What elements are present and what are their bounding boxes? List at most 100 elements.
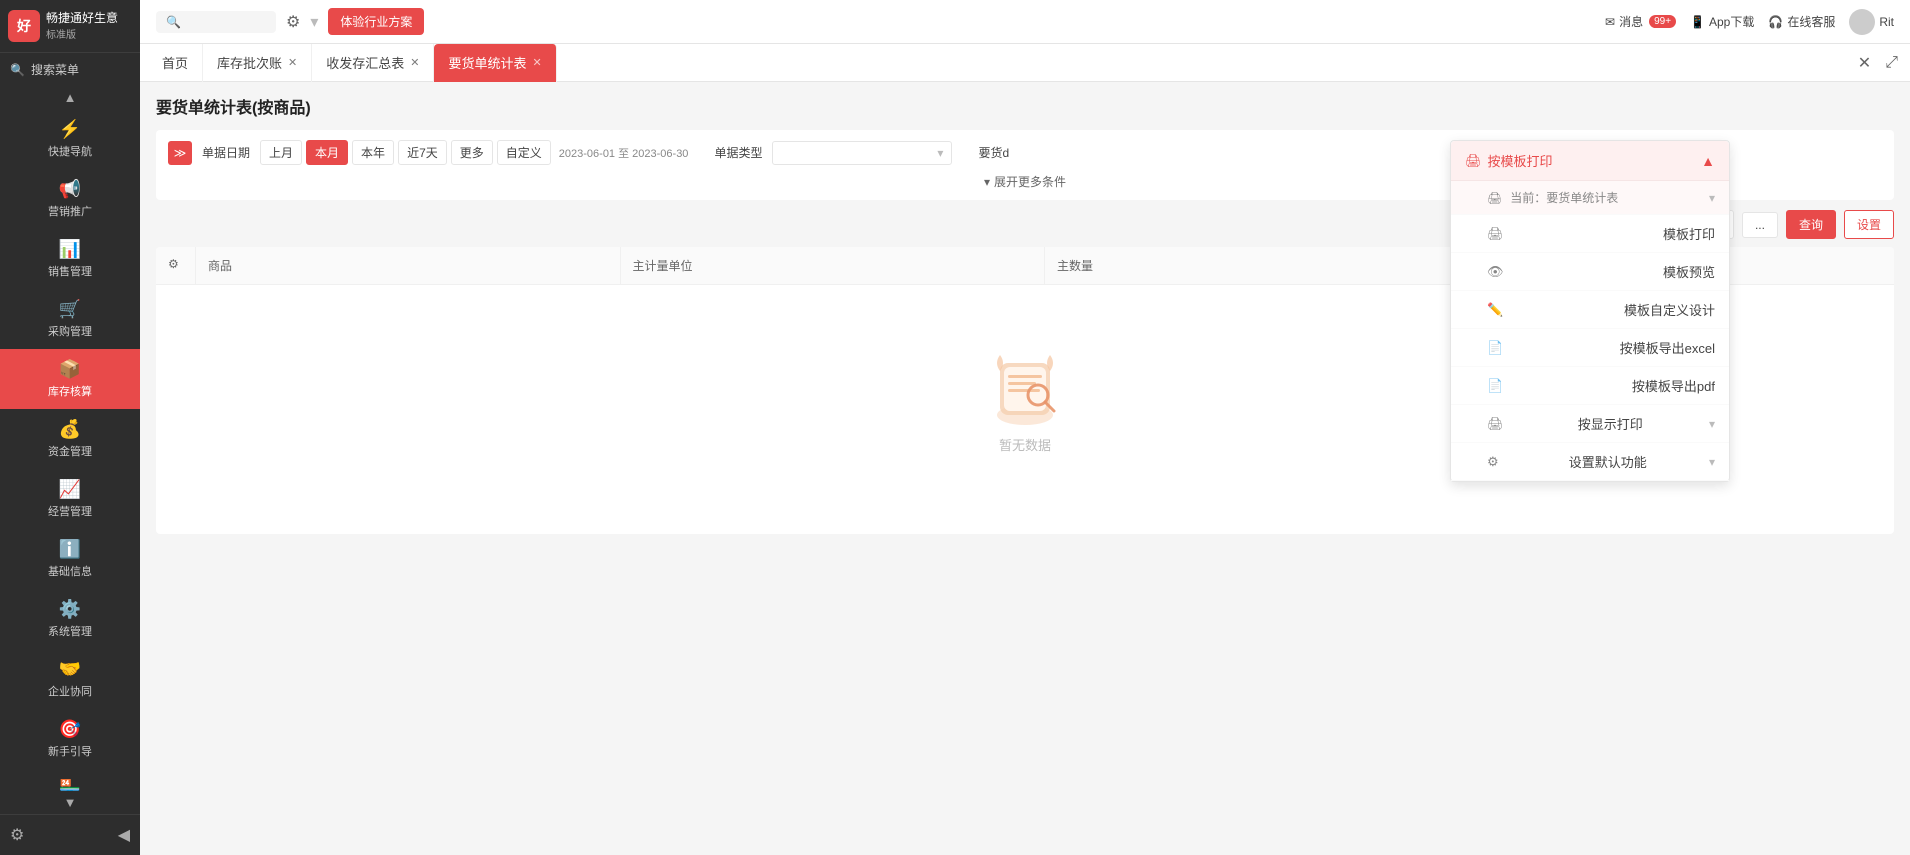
sidebar-nav: ⚡ 快捷导航 📢 营销推广 📊 销售管理 🛒 采购管理 📦 库存核算 💰 资金管… [0,109,140,791]
dropdown-item-template-custom[interactable]: ✏️ 模板自定义设计 [1451,291,1729,329]
topbar-search[interactable]: 🔍 [156,11,276,33]
query-button[interactable]: 查询 [1786,210,1836,239]
col-settings[interactable]: ⚙ [156,247,196,284]
tab-batch-account[interactable]: 库存批次账 ✕ [203,44,312,82]
topbar-gear-icon[interactable]: ⚙ [286,12,300,32]
message-icon: ✉ [1605,15,1615,29]
topbar-left: 🔍 ⚙ ▾ 体验行业方案 [156,8,424,35]
date-btn-more[interactable]: 更多 [451,140,493,165]
sidebar-item-marketing[interactable]: 📢 营销推广 [0,169,140,229]
messages-item[interactable]: ✉ 消息 99+ [1605,13,1676,30]
nav-label: 库存核算 [48,383,92,399]
user-avatar [1849,9,1875,35]
date-btn-last-month[interactable]: 上月 [260,140,302,165]
dropdown-item-default-func[interactable]: ⚙ 设置默认功能 ▾ [1451,443,1729,481]
sidebar-item-finance[interactable]: 💰 资金管理 [0,409,140,469]
printer-icon: 🖨 [1465,153,1482,169]
main-area: 🔍 ⚙ ▾ 体验行业方案 ✉ 消息 99+ 📱 App下载 🎧 在线客服 [140,0,1910,855]
template-custom-icon: ✏️ [1487,302,1503,318]
expand-tab-icon[interactable]: ⤢ [1881,50,1902,76]
customer-service-item[interactable]: 🎧 在线客服 [1768,13,1835,30]
dropdown-item-template-pdf[interactable]: 📄 按模板导出pdf [1451,367,1729,405]
scroll-down-arrow[interactable]: ▼ [0,791,140,814]
nav-label: 企业协同 [48,683,92,699]
dropdown-header: 🖨 按模板打印 ▲ [1451,141,1729,181]
topbar-dropdown-icon[interactable]: ▾ [310,12,318,32]
customer-service-label: 在线客服 [1787,13,1835,30]
dropdown-item-display-print[interactable]: 🖨 按显示打印 ▾ [1451,405,1729,443]
sidebar-item-shortcut[interactable]: ⚡ 快捷导航 [0,109,140,169]
current-arrow-icon: ▾ [1709,191,1715,205]
tab-home[interactable]: 首页 [148,44,203,82]
default-func-arrow: ▾ [1709,455,1715,469]
search-placeholder [185,15,225,29]
tabs-right: ✕ ⤢ [1854,49,1902,77]
date-btn-custom[interactable]: 自定义 [497,140,551,165]
sidebar-item-operation[interactable]: 📈 经营管理 [0,469,140,529]
app-download-item[interactable]: 📱 App下载 [1690,13,1754,30]
tab-home-label: 首页 [162,53,188,72]
sidebar-item-system[interactable]: ⚙️ 系统管理 [0,589,140,649]
settings-icon[interactable]: ⚙ [10,825,24,845]
sidebar-item-inventory[interactable]: 📦 库存核算 [0,349,140,409]
sidebar-search[interactable]: 🔍 搜索菜单 [0,53,140,86]
dropdown-item-template-excel[interactable]: 📄 按模板导出excel [1451,329,1729,367]
nav-label: 销售管理 [48,263,92,279]
messages-label: 消息 [1619,13,1643,30]
tab-demand-summary[interactable]: 要货单统计表 ✕ [434,44,556,82]
date-btn-7days[interactable]: 近7天 [398,140,447,165]
trial-button[interactable]: 体验行业方案 [328,8,424,35]
dropdown-title: 🖨 按模板打印 [1465,151,1553,170]
settings-label: 设置 [1857,216,1881,233]
dropdown-item-template-preview[interactable]: 👁 模板预览 [1451,253,1729,291]
sidebar-item-purchase[interactable]: 🛒 采购管理 [0,289,140,349]
date-btn-this-year[interactable]: 本年 [352,140,394,165]
tabs-bar: 首页 库存批次账 ✕ 收发存汇总表 ✕ 要货单统计表 ✕ ✕ ⤢ [140,44,1910,82]
template-pdf-label: 按模板导出pdf [1632,376,1715,395]
more-button[interactable]: ... [1742,212,1778,238]
close-tab-icon[interactable]: ✕ [1854,49,1875,77]
collapse-icon[interactable]: ◀ [118,825,130,845]
nav-label: 快捷导航 [48,143,92,159]
sidebar-item-sales[interactable]: 📊 销售管理 [0,229,140,289]
tab-batch-account-close[interactable]: ✕ [288,56,297,69]
app-tag: 标准版 [46,26,118,41]
sidebar-item-collab[interactable]: 🤝 企业协同 [0,649,140,709]
topbar-right: ✉ 消息 99+ 📱 App下载 🎧 在线客服 Rit [1605,9,1894,35]
tab-demand-summary-label: 要货单统计表 [448,53,526,72]
expand-filter-icon[interactable]: ≫ [168,141,192,165]
appstore-icon: 🏪 [59,779,81,791]
tab-demand-summary-close[interactable]: ✕ [533,56,542,69]
template-print-icon: 🖨 [1487,226,1504,242]
date-label: 单据日期 [202,144,250,161]
settings-button[interactable]: 设置 [1844,210,1894,239]
date-btn-this-month[interactable]: 本月 [306,140,348,165]
sales-icon: 📊 [59,239,81,260]
template-preview-label: 模板预览 [1663,262,1715,281]
col-unit: 主计量单位 [621,247,1046,284]
dropdown-close-icon[interactable]: ▲ [1701,153,1715,169]
tab-collect-summary[interactable]: 收发存汇总表 ✕ [312,44,434,82]
expand-down-icon: ▾ [984,175,990,189]
logo-text-block: 畅捷通好生意 标准版 [46,11,118,42]
query-label: 查询 [1799,216,1823,233]
nav-label: 经营管理 [48,503,92,519]
empty-text: 暂无数据 [999,435,1051,454]
search-icon: 🔍 [10,63,25,77]
doc-type-select[interactable]: ▾ [772,141,952,165]
dropdown-item-template-print[interactable]: 🖨 模板打印 [1451,215,1729,253]
sidebar-item-newbie[interactable]: 🎯 新手引导 [0,709,140,769]
sidebar-item-appstore[interactable]: 🏪 应用中心 [0,769,140,791]
sidebar-bottom: ⚙ ◀ [0,814,140,855]
basic-icon: ℹ️ [59,539,81,560]
scroll-up-arrow[interactable]: ▲ [0,86,140,109]
template-pdf-icon: 📄 [1487,378,1503,394]
sidebar-item-basic[interactable]: ℹ️ 基础信息 [0,529,140,589]
doc-type-placeholder [781,146,848,160]
user-item[interactable]: Rit [1849,9,1894,35]
phone-icon: 📱 [1690,15,1705,29]
col-goods: 商品 [196,247,621,284]
marketing-icon: 📢 [59,179,81,200]
tab-collect-summary-close[interactable]: ✕ [410,56,419,69]
doc-type-label: 单据类型 [714,144,762,161]
